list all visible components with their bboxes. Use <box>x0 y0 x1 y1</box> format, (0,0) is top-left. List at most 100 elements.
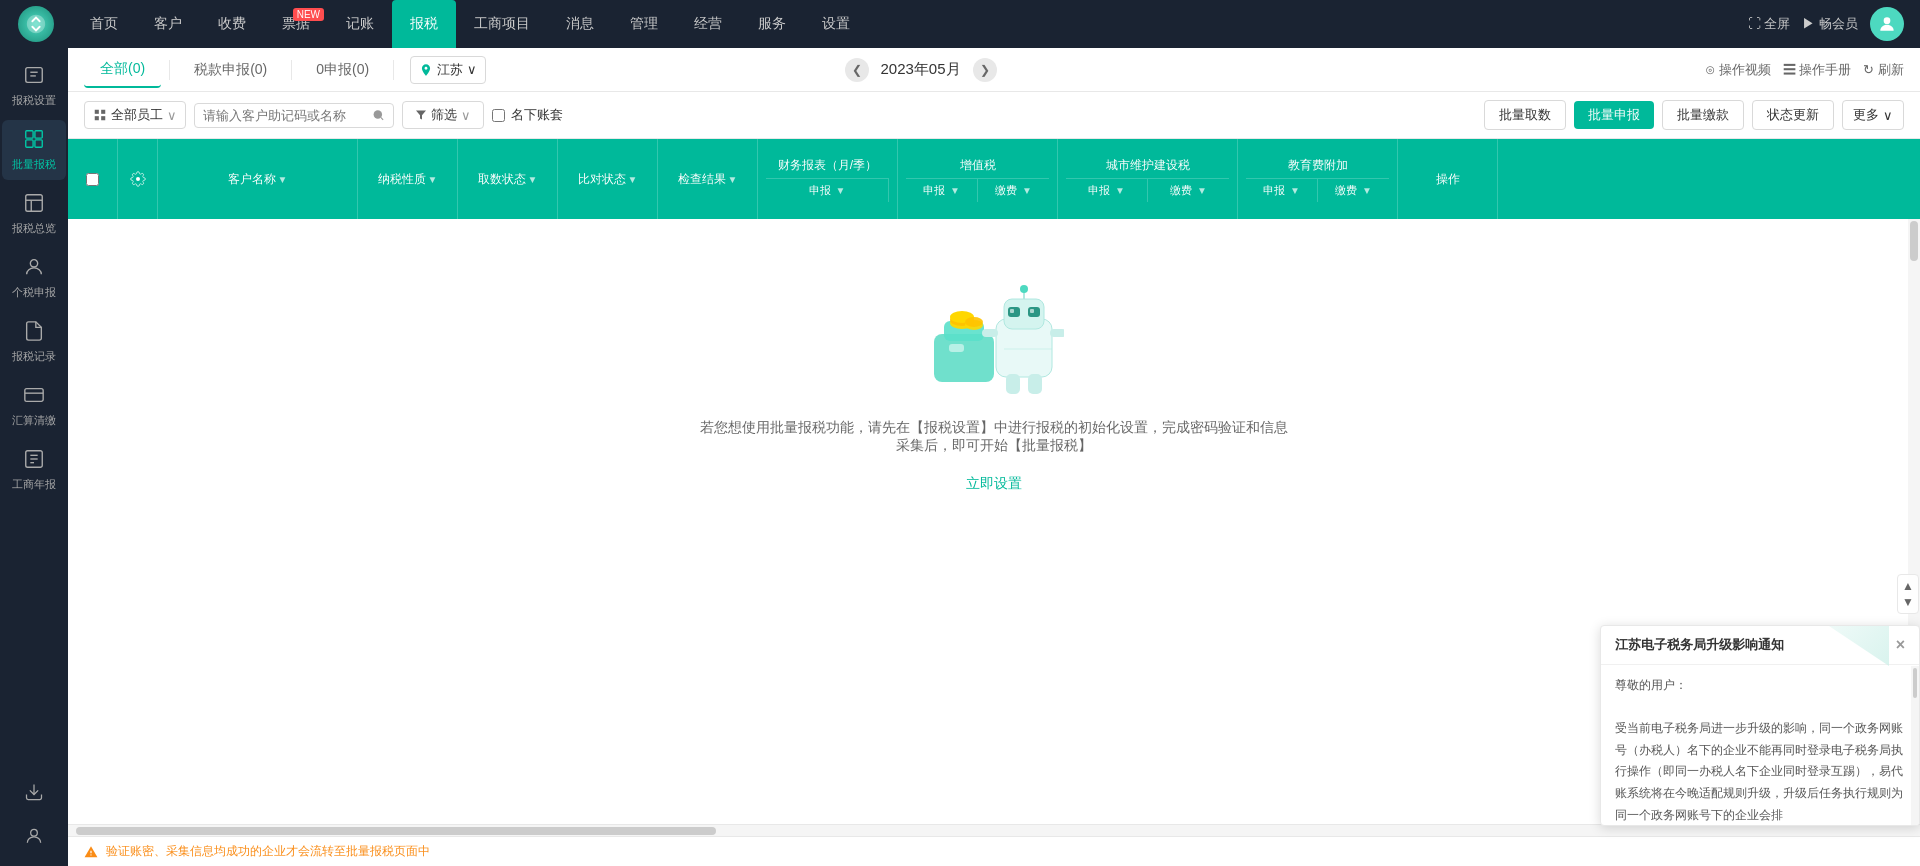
user-avatar[interactable] <box>1870 7 1904 41</box>
svg-line-24 <box>381 117 383 119</box>
sidebar-item-annual-settlement[interactable]: 汇算清缴 <box>2 376 66 436</box>
svg-point-18 <box>31 829 38 836</box>
fin-report-apply-sort[interactable]: ▼ <box>836 185 846 196</box>
batch-pay-btn[interactable]: 批量缴款 <box>1662 100 1744 130</box>
fullscreen-btn[interactable]: ⛶ 全屏 <box>1748 15 1791 33</box>
region-selector[interactable]: 江苏 ∨ <box>410 56 486 84</box>
region-icon <box>419 63 433 77</box>
svg-rect-42 <box>982 329 998 337</box>
edu-apply-sort[interactable]: ▼ <box>1290 185 1300 196</box>
sidebar-item-personal-tax[interactable]: 个税申报 <box>2 248 66 308</box>
svg-rect-11 <box>25 389 43 402</box>
setup-link[interactable]: 立即设置 <box>966 475 1022 493</box>
nav-invoice[interactable]: 票据 NEW <box>264 0 328 48</box>
notif-down-btn[interactable]: ▼ <box>1902 595 1914 609</box>
notification-title: 江苏电子税务局升级影响通知 <box>1615 636 1784 654</box>
svg-rect-19 <box>95 110 99 114</box>
member-btn[interactable]: ▶ 畅会员 <box>1802 15 1858 33</box>
th-city-group: 城市维护建设税 申报 ▼ 缴费 ▼ <box>1058 139 1238 219</box>
nav-customer[interactable]: 客户 <box>136 0 200 48</box>
employee-select-label: 全部员工 <box>111 106 163 124</box>
sidebar-item-tax-records[interactable]: 报税记录 <box>2 312 66 372</box>
filter-btn[interactable]: 筛选 ∨ <box>402 101 484 129</box>
toolbar: 全部员工 ∨ 筛选 ∨ 名下账套 批量取数 <box>68 92 1920 139</box>
employee-select[interactable]: 全部员工 ∨ <box>84 101 186 129</box>
bottom-warning-text: 验证账密、采集信息均成功的企业才会流转至批量报税页面中 <box>106 843 430 860</box>
filter-icon <box>415 109 427 121</box>
name-account-checkbox[interactable] <box>492 109 505 122</box>
nav-home[interactable]: 首页 <box>72 0 136 48</box>
th-tax-nature: 纳税性质 ▼ <box>358 139 458 219</box>
notif-up-btn[interactable]: ▲ <box>1902 579 1914 593</box>
th-edu-group: 教育费附加 申报 ▼ 缴费 ▼ <box>1238 139 1398 219</box>
nav-bookkeeping[interactable]: 记账 <box>328 0 392 48</box>
nav-message[interactable]: 消息 <box>548 0 612 48</box>
nav-manage[interactable]: 管理 <box>612 0 676 48</box>
vat-pay-sort[interactable]: ▼ <box>1022 185 1032 196</box>
tab-divider-2 <box>291 60 292 80</box>
left-sidebar: 报税设置 批量报税 报税总览 个税申报 <box>0 48 68 866</box>
fetch-status-sort[interactable]: ▼ <box>528 174 538 185</box>
svg-rect-43 <box>1050 329 1064 337</box>
refresh-btn[interactable]: ↻ 刷新 <box>1863 61 1904 79</box>
status-update-btn[interactable]: 状态更新 <box>1752 100 1834 130</box>
h-scroll-thumb[interactable] <box>76 827 716 835</box>
compare-status-sort[interactable]: ▼ <box>628 174 638 185</box>
sidebar-help[interactable] <box>2 818 66 854</box>
customer-name-sort[interactable]: ▼ <box>278 174 288 185</box>
th-gear[interactable] <box>118 139 158 219</box>
notif-controls <box>1899 626 1907 634</box>
app-logo[interactable] <box>16 4 56 44</box>
sidebar-item-tax-overview[interactable]: 报税总览 <box>2 184 66 244</box>
svg-rect-1 <box>26 68 43 83</box>
sidebar-label-tax-overview: 报税总览 <box>12 221 56 236</box>
more-btn[interactable]: 更多 ∨ <box>1842 100 1904 130</box>
batch-fetch-btn[interactable]: 批量取数 <box>1484 100 1566 130</box>
batch-submit-btn[interactable]: 批量申报 <box>1574 101 1654 129</box>
nav-fee[interactable]: 收费 <box>200 0 264 48</box>
nav-business[interactable]: 工商项目 <box>456 0 548 48</box>
name-account-checkbox-label[interactable]: 名下账套 <box>492 106 563 124</box>
operation-video-btn[interactable]: ⊙ 操作视频 <box>1705 61 1771 79</box>
select-all-checkbox[interactable] <box>86 173 99 186</box>
vat-apply-sort[interactable]: ▼ <box>950 185 960 196</box>
sidebar-item-tax-settings[interactable]: 报税设置 <box>2 56 66 116</box>
svg-rect-20 <box>101 110 105 114</box>
check-result-sort[interactable]: ▼ <box>728 174 738 185</box>
nav-operation[interactable]: 经营 <box>676 0 740 48</box>
operation-manual-btn[interactable]: ☰ 操作手册 <box>1783 61 1852 79</box>
tab-zero-declare[interactable]: 0申报(0) <box>300 53 385 87</box>
edu-pay-sort[interactable]: ▼ <box>1362 185 1372 196</box>
sidebar-label-annual-settlement: 汇算清缴 <box>12 413 56 428</box>
sidebar-item-batch-tax[interactable]: 批量报税 <box>2 120 66 180</box>
tab-all[interactable]: 全部(0) <box>84 52 161 88</box>
nav-settings[interactable]: 设置 <box>804 0 868 48</box>
search-input[interactable] <box>203 108 368 123</box>
th-checkbox[interactable] <box>68 139 118 219</box>
month-prev-btn[interactable]: ❮ <box>845 58 869 82</box>
svg-point-48 <box>90 854 91 855</box>
nav-tax[interactable]: 报税 <box>392 0 456 48</box>
filter-arrow: ∨ <box>461 108 471 123</box>
sidebar-download[interactable] <box>2 774 66 810</box>
notif-scrollbar[interactable] <box>1911 666 1919 825</box>
sidebar-item-annual-report[interactable]: 工商年报 <box>2 440 66 500</box>
nav-service[interactable]: 服务 <box>740 0 804 48</box>
search-icon[interactable] <box>372 108 385 122</box>
tax-nature-sort[interactable]: ▼ <box>428 174 438 185</box>
tab-tax-declare[interactable]: 税款申报(0) <box>178 53 283 87</box>
city-pay-sort[interactable]: ▼ <box>1197 185 1207 196</box>
notif-scroll-thumb[interactable] <box>1913 668 1917 698</box>
employee-select-icon <box>93 108 107 122</box>
more-dropdown-icon: ∨ <box>1883 108 1893 123</box>
v-scroll-thumb[interactable] <box>1910 221 1918 261</box>
notification-text: 尊敬的用户： 受当前电子税务局进一步升级的影响，同一个政务网账号（办税人）名下的… <box>1615 675 1905 825</box>
top-nav-bar: 首页 客户 收费 票据 NEW 记账 报税 工商项目 消息 管理 经营 服务 设… <box>0 0 1920 48</box>
nav-invoice-badge: NEW <box>293 8 324 21</box>
month-next-btn[interactable]: ❯ <box>973 58 997 82</box>
warning-icon <box>84 845 98 859</box>
th-customer-name: 客户名称 ▼ <box>158 139 358 219</box>
city-apply-sort[interactable]: ▼ <box>1115 185 1125 196</box>
svg-point-0 <box>1884 17 1891 24</box>
notification-close-btn[interactable]: × <box>1896 636 1905 654</box>
